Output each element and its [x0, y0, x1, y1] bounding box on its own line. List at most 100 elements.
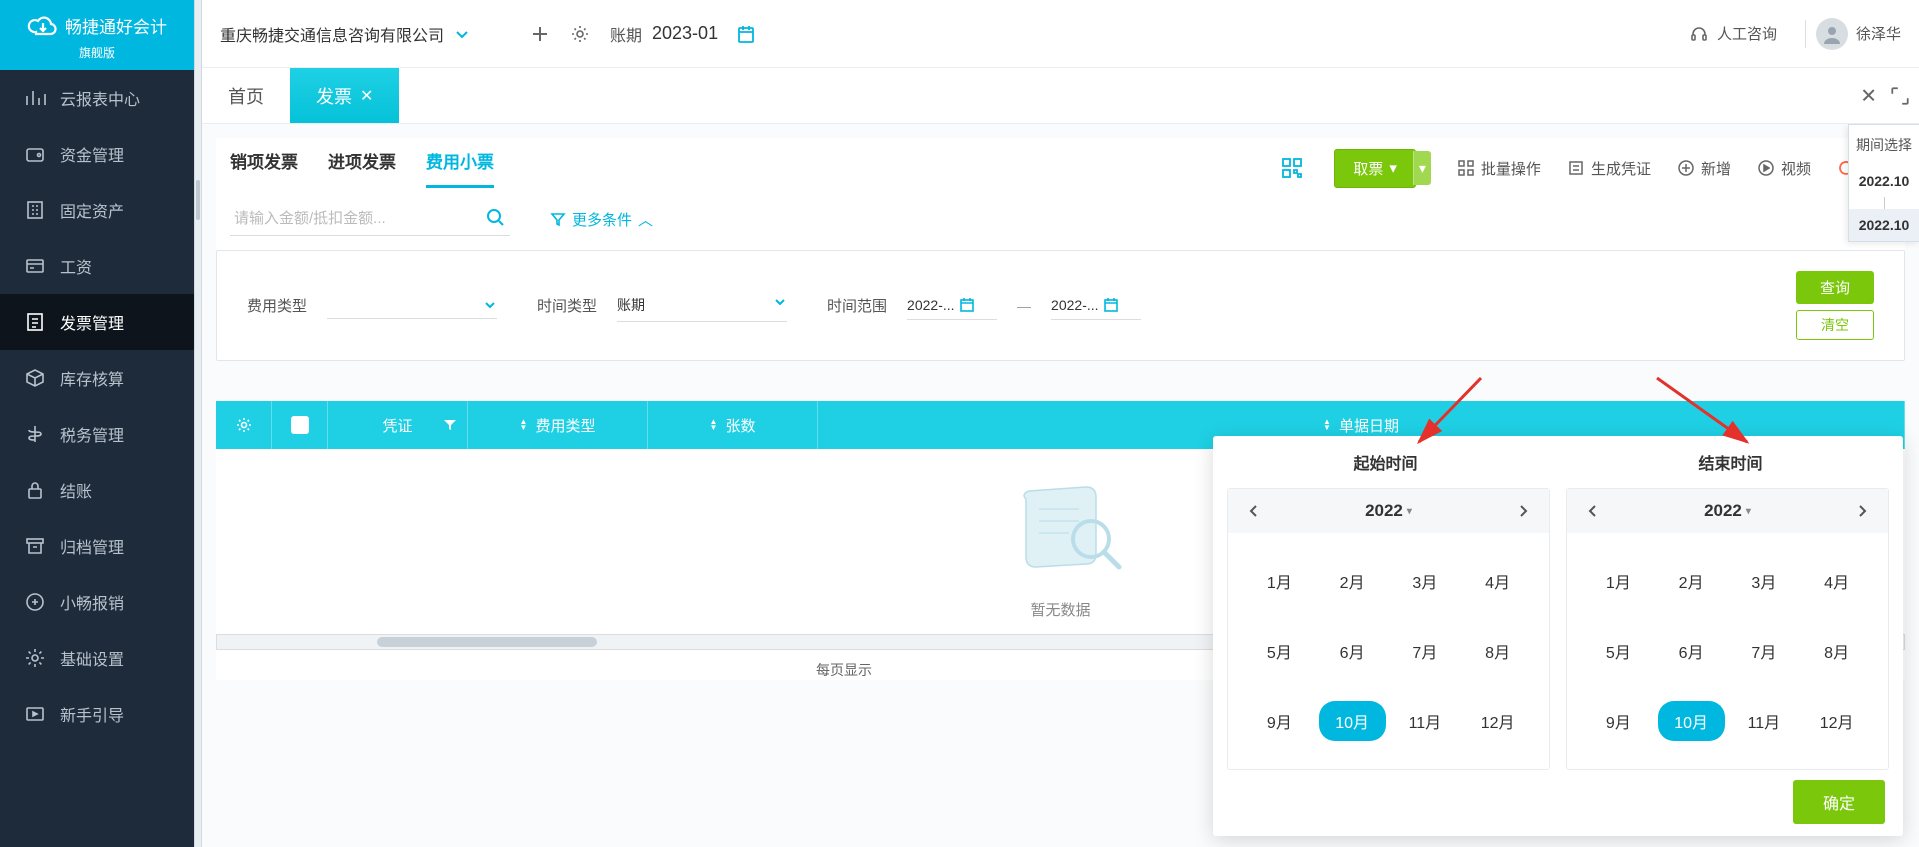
year-select[interactable]: 2022 ▾: [1365, 501, 1412, 521]
confirm-button[interactable]: 确定: [1793, 780, 1885, 824]
sidebar-item-0[interactable]: 云报表中心: [0, 70, 194, 126]
month-option[interactable]: 7月: [1731, 631, 1798, 671]
month-option[interactable]: 1月: [1246, 561, 1313, 601]
sidebar-item-6[interactable]: 税务管理: [0, 406, 194, 462]
sort-icon: ▲▼: [1323, 419, 1333, 431]
sidebar-item-4[interactable]: 发票管理: [0, 294, 194, 350]
month-option[interactable]: 4月: [1803, 561, 1870, 601]
month-option[interactable]: 3月: [1392, 561, 1459, 601]
next-year-button[interactable]: [1513, 501, 1533, 521]
consult-link[interactable]: 人工咨询: [1689, 23, 1777, 44]
month-option[interactable]: 5月: [1246, 631, 1313, 671]
sidebar-item-3[interactable]: 工资: [0, 238, 194, 294]
prev-year-button[interactable]: [1583, 501, 1603, 521]
gear-icon[interactable]: [570, 24, 590, 44]
period-side-title: 期间选择: [1849, 125, 1919, 165]
empty-icon: [991, 479, 1131, 589]
end-date-input[interactable]: 2022-...: [1051, 291, 1141, 320]
voucher-button[interactable]: 生成凭证: [1567, 158, 1651, 179]
avatar[interactable]: [1816, 18, 1848, 50]
month-option[interactable]: 10月: [1658, 701, 1725, 741]
subtab-output[interactable]: 销项发票: [230, 148, 298, 188]
batch-button[interactable]: 批量操作: [1457, 158, 1541, 179]
calendar-icon[interactable]: [736, 24, 756, 44]
month-option[interactable]: 10月: [1319, 701, 1386, 741]
tab-home[interactable]: 首页: [202, 68, 290, 123]
month-option[interactable]: 8月: [1464, 631, 1531, 671]
year-select[interactable]: 2022 ▾: [1704, 501, 1751, 521]
fetch-button[interactable]: 取票 ▾: [1334, 149, 1416, 188]
sidebar-item-5[interactable]: 库存核算: [0, 350, 194, 406]
menu-icon: [24, 535, 46, 557]
sidebar-item-8[interactable]: 归档管理: [0, 518, 194, 574]
calendar-icon: [1103, 297, 1119, 313]
sidebar-item-10[interactable]: 基础设置: [0, 630, 194, 686]
search-icon[interactable]: [484, 206, 506, 228]
period-side-from[interactable]: 2022.10: [1849, 165, 1919, 197]
close-all-icon[interactable]: ✕: [1860, 83, 1877, 108]
search-button[interactable]: 查询: [1796, 271, 1874, 304]
chevron-down-icon: [483, 298, 497, 312]
th-expense-type[interactable]: ▲▼费用类型: [468, 401, 648, 449]
headset-icon: [1689, 24, 1709, 44]
time-type-select[interactable]: 账期: [617, 289, 787, 322]
month-option[interactable]: 8月: [1803, 631, 1870, 671]
sidebar-item-2[interactable]: 固定资产: [0, 182, 194, 238]
month-option[interactable]: 11月: [1731, 701, 1798, 741]
sidebar-item-7[interactable]: 结账: [0, 462, 194, 518]
period-side-to[interactable]: 2022.10: [1849, 209, 1919, 241]
subtab-expense[interactable]: 费用小票: [426, 148, 494, 188]
filter-panel: 费用类型 时间类型 账期 时间范围 2022-... — 2022-... 查询…: [216, 250, 1905, 361]
th-voucher[interactable]: 凭证: [328, 401, 468, 449]
prev-year-button[interactable]: [1244, 501, 1264, 521]
menu-icon: [24, 143, 46, 165]
dash: —: [1017, 298, 1031, 314]
month-option[interactable]: 6月: [1658, 631, 1725, 671]
expense-type-select[interactable]: [327, 292, 497, 319]
close-icon[interactable]: ✕: [360, 86, 373, 106]
sidebar-item-label: 云报表中心: [60, 86, 140, 110]
qr-icon[interactable]: [1280, 156, 1304, 180]
logo-edition: 旗舰版: [79, 44, 115, 61]
start-date-input[interactable]: 2022-...: [907, 291, 997, 320]
month-option[interactable]: 4月: [1464, 561, 1531, 601]
month-option[interactable]: 3月: [1731, 561, 1798, 601]
expand-icon[interactable]: [1889, 85, 1911, 107]
next-year-button[interactable]: [1852, 501, 1872, 521]
date-range-popup: 起始时间 结束时间 2022 ▾ 1月2月3月4月5月6月7月8月9月10月11…: [1213, 436, 1903, 836]
month-option[interactable]: 2月: [1658, 561, 1725, 601]
month-option[interactable]: 6月: [1319, 631, 1386, 671]
month-option[interactable]: 9月: [1585, 701, 1652, 741]
month-option[interactable]: 2月: [1319, 561, 1386, 601]
add-button[interactable]: 新增: [1677, 158, 1731, 179]
th-count[interactable]: ▲▼张数: [648, 401, 818, 449]
company-select[interactable]: 重庆畅捷交通信息咨询有限公司: [220, 22, 520, 46]
search-input[interactable]: [230, 202, 510, 236]
month-option[interactable]: 11月: [1392, 701, 1459, 741]
sidebar-item-9[interactable]: 小畅报销: [0, 574, 194, 630]
month-option[interactable]: 9月: [1246, 701, 1313, 741]
main-tabs: 首页 发票 ✕ ✕: [202, 68, 1919, 124]
divider: [1805, 20, 1806, 48]
resize-bar[interactable]: [194, 0, 202, 847]
clear-button[interactable]: 清空: [1796, 310, 1874, 340]
video-button[interactable]: 视频: [1757, 158, 1811, 179]
menu-icon: [24, 647, 46, 669]
tab-invoice[interactable]: 发票 ✕: [290, 68, 399, 123]
sidebar-item-1[interactable]: 资金管理: [0, 126, 194, 182]
th-checkbox[interactable]: [272, 401, 328, 449]
month-option[interactable]: 1月: [1585, 561, 1652, 601]
more-filter[interactable]: 更多条件 ︿: [550, 209, 653, 230]
month-option[interactable]: 7月: [1392, 631, 1459, 671]
filter-label-timetype: 时间类型: [537, 295, 597, 316]
month-option[interactable]: 5月: [1585, 631, 1652, 671]
voucher-icon: [1567, 159, 1585, 177]
month-option[interactable]: 12月: [1803, 701, 1870, 741]
plus-icon[interactable]: [530, 24, 550, 44]
month-option[interactable]: 12月: [1464, 701, 1531, 741]
th-settings[interactable]: [216, 401, 272, 449]
sort-icon: ▲▼: [709, 419, 719, 431]
subtab-input[interactable]: 进项发票: [328, 148, 396, 188]
sidebar-item-11[interactable]: 新手引导: [0, 686, 194, 742]
fetch-dropdown[interactable]: ▾: [1413, 151, 1431, 185]
